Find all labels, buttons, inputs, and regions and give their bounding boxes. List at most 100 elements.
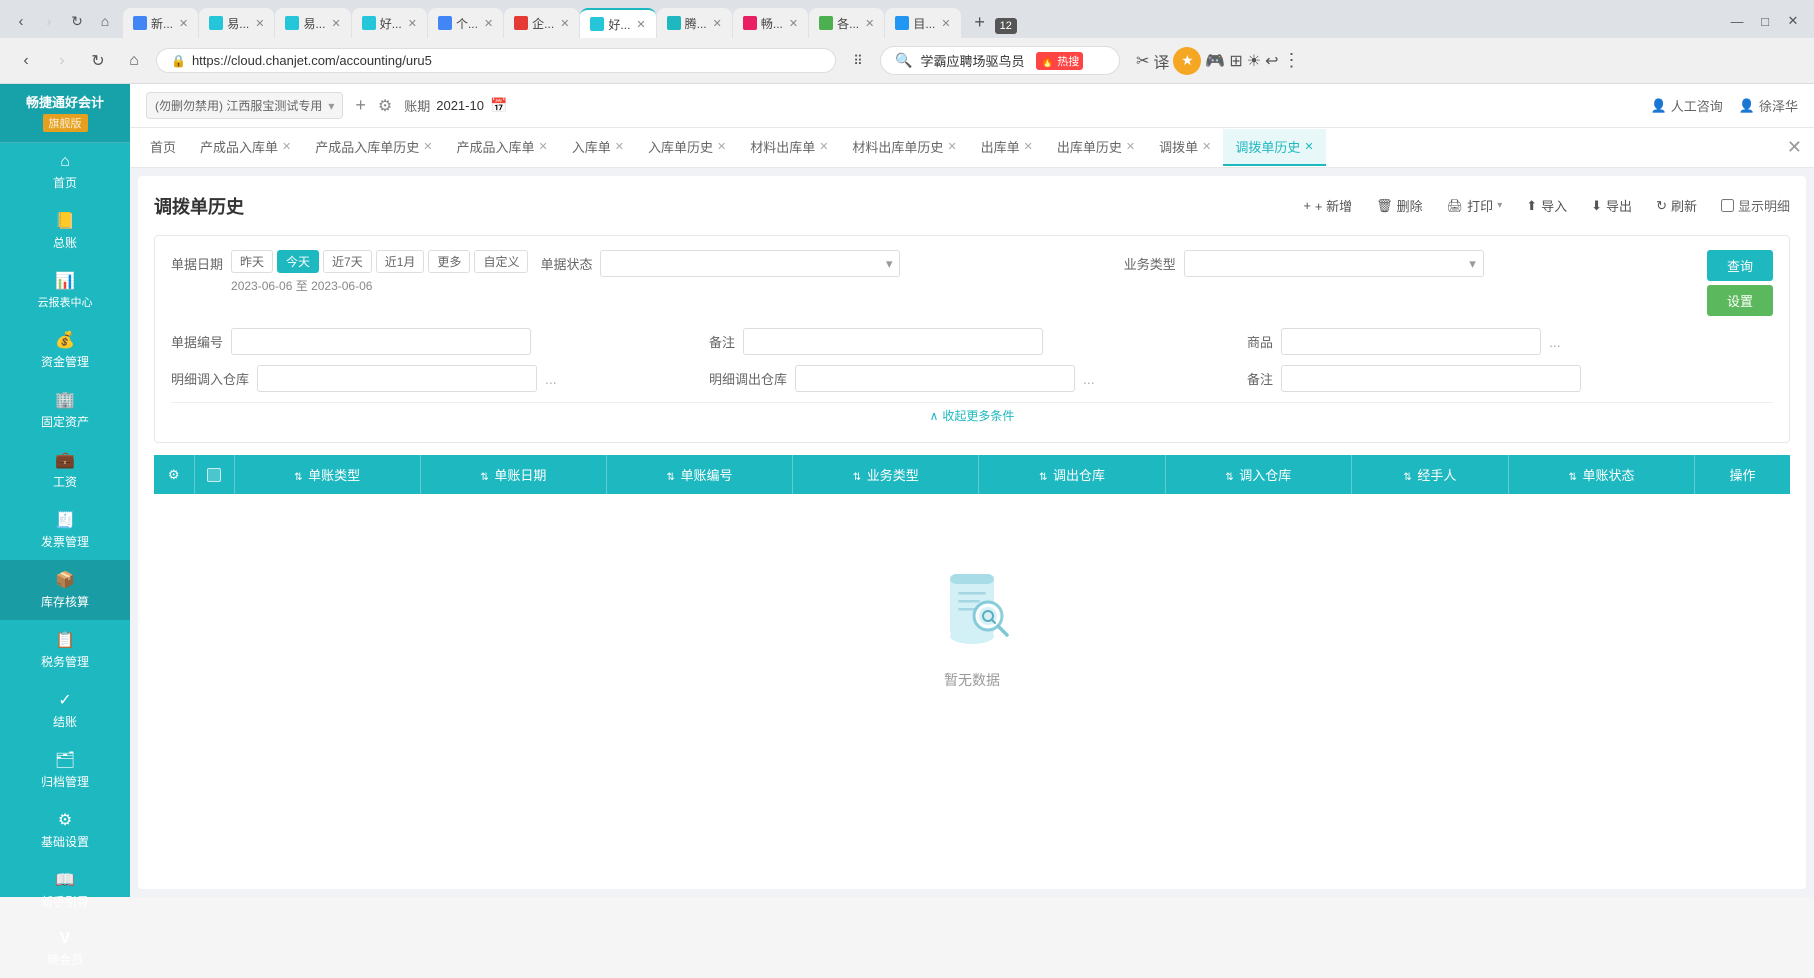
warehouse-out-dots-btn[interactable]: ... [1083, 371, 1095, 387]
table-col-doc-date[interactable]: ⇅ 单账日期 [420, 455, 606, 494]
nav-home-btn[interactable]: ⌂ [92, 8, 118, 34]
minimize-btn[interactable]: — [1724, 8, 1750, 34]
home-btn[interactable]: ⌂ [120, 47, 148, 75]
tab-close-1[interactable]: ✕ [179, 17, 188, 30]
export-btn[interactable]: ⬇ 导出 [1583, 192, 1640, 219]
browser-tab-11[interactable]: 目... ✕ [885, 8, 960, 38]
tab-close-4[interactable]: ✕ [408, 17, 417, 30]
delete-btn[interactable]: 🗑 删除 [1368, 192, 1431, 219]
remark2-input[interactable] [1281, 365, 1581, 392]
sidebar-item-member[interactable]: V 畅会员 [0, 920, 130, 978]
menu-btn[interactable]: ⋮ [1283, 50, 1301, 71]
sidebar-item-ledger[interactable]: 📒 总账 [0, 201, 130, 261]
date-btn-yesterday[interactable]: 昨天 [231, 250, 273, 273]
sidebar-item-inventory[interactable]: 📦 库存核算 [0, 560, 130, 620]
browser-tab-9[interactable]: 畅... ✕ [733, 8, 808, 38]
date-btn-custom[interactable]: 自定义 [474, 250, 528, 273]
sidebar-item-assets[interactable]: 🏢 固定资产 [0, 380, 130, 440]
user-info[interactable]: 👤 徐泽华 [1739, 96, 1798, 115]
date-btn-more[interactable]: 更多 [428, 250, 470, 273]
sidebar-item-funds[interactable]: 💰 资金管理 [0, 320, 130, 380]
tab-close-transfer[interactable]: ✕ [1202, 140, 1211, 153]
date-btn-today[interactable]: 今天 [277, 250, 319, 273]
table-col-out-warehouse[interactable]: ⇅ 调出仓库 [979, 455, 1165, 494]
grid-icon[interactable]: ⊞ [1229, 51, 1242, 71]
goods-input[interactable] [1281, 328, 1541, 355]
company-selector[interactable]: (勿删勿禁用) 江西服宝测试专用 ▾ [146, 92, 343, 119]
tab-close-product-in[interactable]: ✕ [282, 140, 291, 153]
sidebar-item-settings[interactable]: ⚙ 基础设置 [0, 800, 130, 860]
tab-transfer[interactable]: 调拨单 ✕ [1147, 129, 1223, 166]
tab-close-warehouse-in[interactable]: ✕ [615, 140, 624, 153]
forward-btn[interactable]: › [48, 47, 76, 75]
game-icon[interactable]: 🎮 [1205, 51, 1225, 71]
maximize-btn[interactable]: □ [1752, 8, 1778, 34]
browser-tab-8[interactable]: 腾... ✕ [657, 8, 732, 38]
tab-close-product-in2[interactable]: ✕ [539, 140, 548, 153]
tab-close-out-history[interactable]: ✕ [1126, 140, 1135, 153]
translate-icon[interactable]: 译 [1153, 49, 1169, 73]
sidebar-item-tax[interactable]: 📋 税务管理 [0, 620, 130, 680]
tab-product-in[interactable]: 产成品入库单 ✕ [188, 129, 303, 166]
settings-button[interactable]: 设置 [1707, 285, 1773, 316]
tab-product-in-history[interactable]: 产成品入库单历史 ✕ [303, 129, 444, 166]
new-btn[interactable]: + + 新增 [1295, 192, 1360, 219]
service-btn[interactable]: 👤 人工咨询 [1651, 96, 1723, 115]
table-col-gear[interactable]: ⚙ [154, 455, 194, 494]
goods-dots-btn[interactable]: ... [1549, 334, 1561, 350]
search-bar[interactable]: 🔍 学霸应聘场驱鸟员 🔥 热搜 [880, 46, 1120, 75]
tab-close-8[interactable]: ✕ [713, 17, 722, 30]
collapse-btn[interactable]: ∧ 收起更多条件 [171, 402, 1773, 428]
warehouse-in-input[interactable] [257, 365, 537, 392]
remark-input[interactable] [743, 328, 1043, 355]
sidebar-item-reports[interactable]: 📊 云报表中心 [0, 261, 130, 320]
table-col-doc-status[interactable]: ⇅ 单账状态 [1508, 455, 1694, 494]
table-col-doc-type[interactable]: ⇅ 单账类型 [234, 455, 420, 494]
browser-tab-3[interactable]: 易... ✕ [275, 8, 350, 38]
browser-tab-7[interactable]: 好... ✕ [580, 8, 655, 38]
undo-icon[interactable]: ↩ [1265, 51, 1278, 71]
sidebar-item-archive[interactable]: 🗂 归档管理 [0, 740, 130, 800]
tab-out-order[interactable]: 出库单 ✕ [969, 129, 1045, 166]
browser-tab-4[interactable]: 好... ✕ [352, 8, 427, 38]
sidebar-item-invoices[interactable]: 🧾 发票管理 [0, 500, 130, 560]
table-col-checkbox[interactable] [194, 455, 234, 494]
sidebar-item-wages[interactable]: 💼 工资 [0, 440, 130, 500]
header-checkbox[interactable] [207, 468, 221, 482]
settings-gear-btn[interactable]: ⚙ [378, 96, 392, 116]
tab-close-warehouse-in-history[interactable]: ✕ [717, 140, 726, 153]
url-input[interactable]: 🔒 https://cloud.chanjet.com/accounting/u… [156, 48, 836, 73]
refresh-btn[interactable]: ↻ 刷新 [1648, 192, 1705, 219]
tab-material-out-history[interactable]: 材料出库单历史 ✕ [840, 129, 968, 166]
star-icon[interactable]: ★ [1173, 47, 1201, 75]
close-all-tabs-btn[interactable]: ✕ [1783, 133, 1806, 162]
browser-tab-10[interactable]: 各... ✕ [809, 8, 884, 38]
display-toggle-checkbox[interactable] [1721, 199, 1734, 212]
table-col-doc-no[interactable]: ⇅ 单账编号 [606, 455, 792, 494]
tab-close-6[interactable]: ✕ [560, 17, 569, 30]
sidebar-item-closing[interactable]: ✓ 结账 [0, 680, 130, 740]
nav-back-btn[interactable]: ‹ [8, 8, 34, 34]
calendar-icon[interactable]: 📅 [490, 97, 507, 114]
date-btn-1month[interactable]: 近1月 [376, 250, 425, 273]
warehouse-out-input[interactable] [795, 365, 1075, 392]
gear-icon[interactable]: ⚙ [168, 467, 180, 482]
sidebar-item-guide[interactable]: 📖 新手引导 [0, 860, 130, 920]
tab-transfer-history[interactable]: 调拨单历史 ✕ [1223, 129, 1325, 166]
browser-tab-1[interactable]: 新... ✕ [123, 8, 198, 38]
biz-type-select-wrap[interactable]: ▾ [1184, 250, 1484, 277]
warehouse-in-dots-btn[interactable]: ... [545, 371, 557, 387]
print-btn[interactable]: 🖨 打印 ▾ [1439, 192, 1511, 219]
back-btn[interactable]: ‹ [12, 47, 40, 75]
nav-refresh-btn[interactable]: ↻ [64, 8, 90, 34]
table-col-in-warehouse[interactable]: ⇅ 调入仓库 [1165, 455, 1351, 494]
nav-forward-btn[interactable]: › [36, 8, 62, 34]
import-btn[interactable]: ⬆ 导入 [1518, 192, 1575, 219]
doc-no-input[interactable] [231, 328, 531, 355]
brightness-icon[interactable]: ☀ [1247, 51, 1261, 71]
new-tab-btn[interactable]: + [966, 8, 994, 36]
query-button[interactable]: 查询 [1707, 250, 1773, 281]
table-col-handler[interactable]: ⇅ 经手人 [1351, 455, 1508, 494]
tab-close-5[interactable]: ✕ [484, 17, 493, 30]
tab-close-out-order[interactable]: ✕ [1024, 140, 1033, 153]
